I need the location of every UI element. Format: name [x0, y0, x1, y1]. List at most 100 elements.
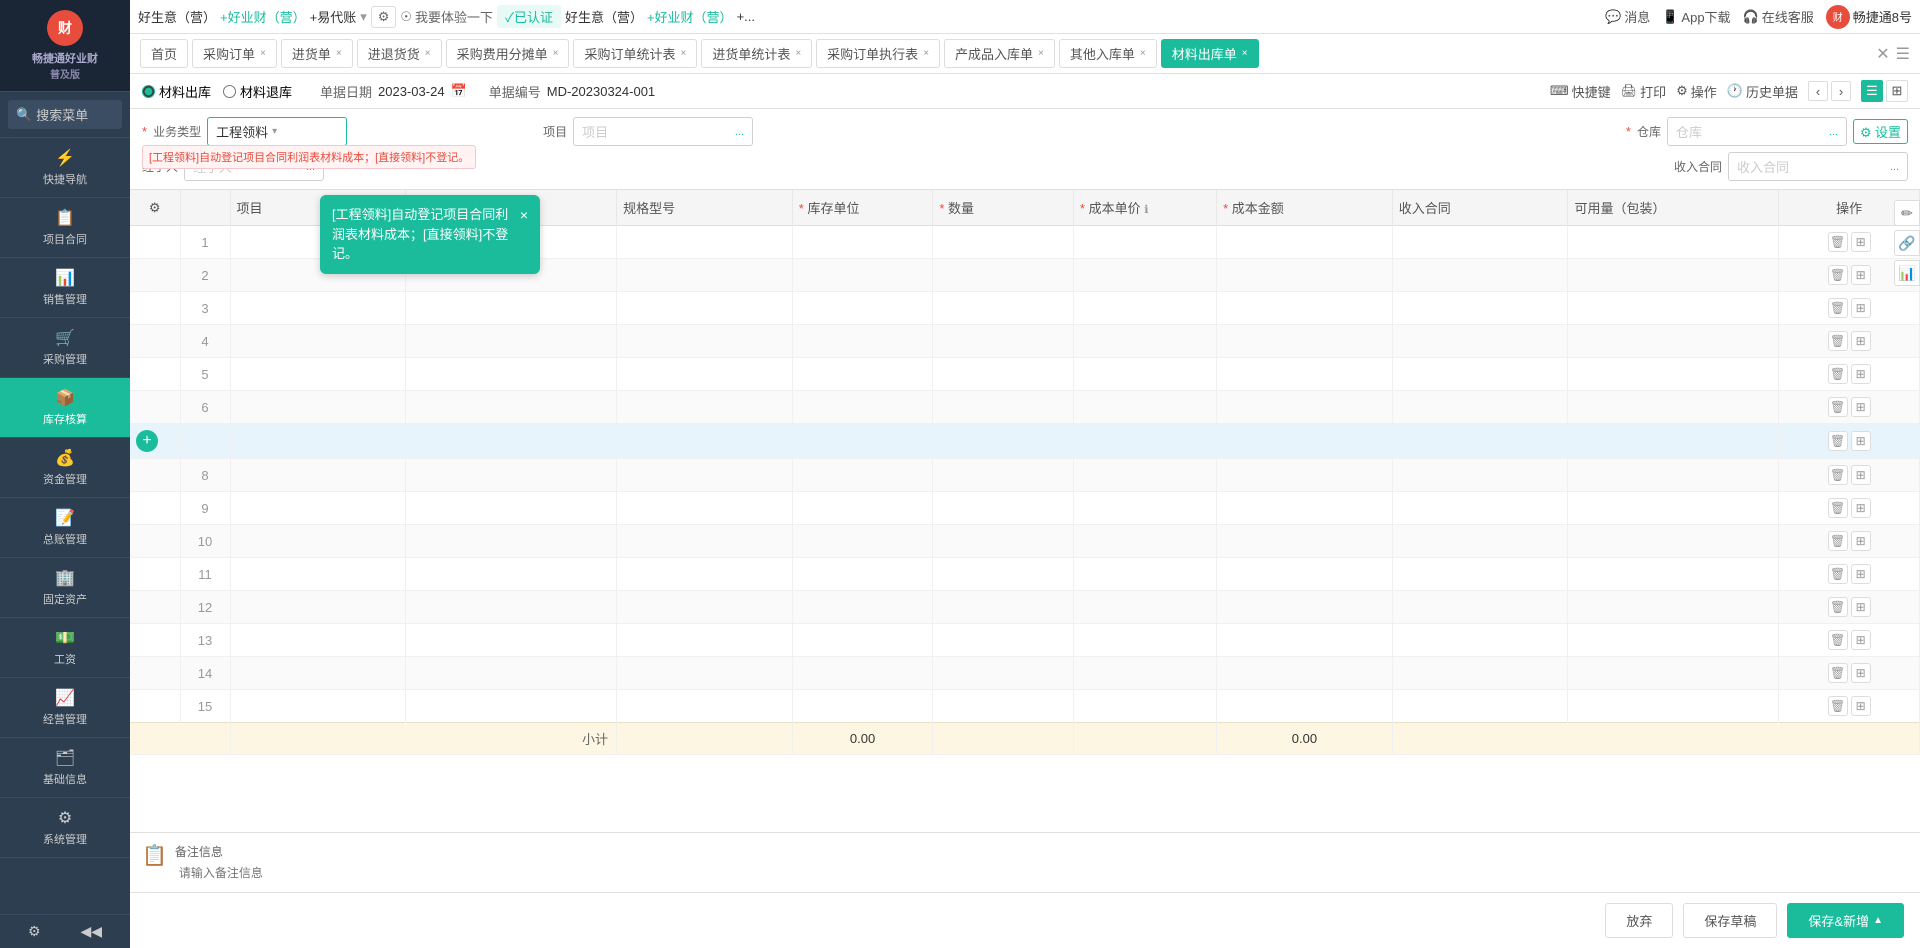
row-cost-amount-cell[interactable]	[1217, 391, 1393, 424]
row-qty-cell[interactable]	[933, 325, 1074, 358]
row-unit-cell[interactable]	[792, 259, 933, 292]
sidebar-item-sales[interactable]: 📊 销售管理	[0, 258, 130, 318]
save-new-button[interactable]: 保存&新增 ▲	[1787, 903, 1904, 938]
row-item-cell[interactable]	[230, 690, 406, 723]
row-contract-cell[interactable]	[1392, 690, 1568, 723]
row-available-cell[interactable]	[1568, 492, 1779, 525]
row-spec-cell[interactable]	[617, 292, 793, 325]
delete-row-button[interactable]: 🗑	[1828, 265, 1848, 285]
row-available-cell[interactable]	[1568, 358, 1779, 391]
row-item-cell[interactable]	[230, 459, 406, 492]
delete-row-button[interactable]: 🗑	[1828, 431, 1848, 451]
row-cost-cell[interactable]	[1073, 558, 1216, 591]
row-item-cell[interactable]	[230, 525, 406, 558]
right-tool-link[interactable]: 🔗	[1894, 230, 1920, 256]
row-available-cell[interactable]	[1568, 226, 1779, 259]
tab-purchase-order[interactable]: 采购订单 ×	[192, 39, 277, 68]
copy-row-button[interactable]: ⊞	[1851, 597, 1871, 617]
row-contract-cell[interactable]	[1392, 292, 1568, 325]
copy-row-button[interactable]: ⊞	[1851, 498, 1871, 518]
top-nav-link-6[interactable]: +...	[737, 9, 755, 24]
tab-finished-goods-close[interactable]: ×	[1038, 48, 1044, 59]
operate-link[interactable]: ⚙ 操作	[1676, 82, 1717, 101]
row-available-cell[interactable]	[1568, 690, 1779, 723]
row-available-cell[interactable]	[1568, 525, 1779, 558]
table-area[interactable]: ⚙ 项目 * 材料 规格型号 * 库存单位 * 数量 * 成本单价 ℹ * 成本…	[130, 190, 1920, 832]
row-qty-cell[interactable]	[933, 459, 1074, 492]
row-item-cell[interactable]	[230, 292, 406, 325]
sidebar-item-shortcut[interactable]: ⚡ 快捷导航	[0, 138, 130, 198]
sidebar-item-ops[interactable]: 📈 经营管理	[0, 678, 130, 738]
calendar-icon[interactable]: 📅	[451, 83, 467, 99]
row-unit-cell[interactable]	[792, 624, 933, 657]
row-cost-cell[interactable]	[1073, 624, 1216, 657]
row-qty-cell[interactable]	[933, 624, 1074, 657]
row-cost-amount-cell[interactable]	[1217, 690, 1393, 723]
user-avatar-area[interactable]: 财 畅捷通8号	[1826, 5, 1912, 29]
tab-purchase-exec[interactable]: 采购订单执行表 ×	[816, 39, 940, 68]
row-unit-cell[interactable]	[792, 525, 933, 558]
copy-row-button[interactable]: ⊞	[1851, 232, 1871, 252]
row-available-cell[interactable]	[1568, 391, 1779, 424]
row-available-cell[interactable]	[1568, 591, 1779, 624]
save-new-dropdown-icon[interactable]: ▲	[1873, 915, 1883, 926]
next-record-button[interactable]: ›	[1831, 81, 1851, 101]
top-nav-dropdown-icon[interactable]: ▾	[360, 9, 367, 25]
th-settings[interactable]: ⚙	[130, 190, 180, 226]
copy-row-button[interactable]: ⊞	[1851, 663, 1871, 683]
delete-row-button[interactable]: 🗑	[1828, 364, 1848, 384]
row-available-cell[interactable]	[1568, 657, 1779, 690]
row-cost-amount-cell[interactable]	[1217, 558, 1393, 591]
row-material-cell[interactable]	[406, 358, 617, 391]
row-contract-cell[interactable]	[1392, 226, 1568, 259]
close-all-tabs-button[interactable]: ✕	[1876, 44, 1889, 64]
copy-row-button[interactable]: ⊞	[1851, 431, 1871, 451]
row-cost-cell[interactable]	[1073, 358, 1216, 391]
collapse-button[interactable]: ◀◀	[80, 923, 102, 940]
copy-row-button[interactable]: ⊞	[1851, 298, 1871, 318]
row-material-cell[interactable]	[406, 325, 617, 358]
sidebar-item-ledger[interactable]: 📝 总账管理	[0, 498, 130, 558]
row-contract-cell[interactable]	[1392, 624, 1568, 657]
row-item-cell[interactable]	[230, 558, 406, 591]
row-available-cell[interactable]	[1568, 624, 1779, 657]
row-cost-cell[interactable]	[1073, 259, 1216, 292]
row-cost-amount-cell[interactable]	[1217, 657, 1393, 690]
tab-other-inbound-close[interactable]: ×	[1140, 48, 1146, 59]
row-unit-cell[interactable]	[792, 391, 933, 424]
copy-row-button[interactable]: ⊞	[1851, 397, 1871, 417]
radio-material-out-input[interactable]	[142, 85, 155, 98]
row-spec-cell[interactable]	[617, 624, 793, 657]
copy-row-button[interactable]: ⊞	[1851, 531, 1871, 551]
message-link[interactable]: 💬 消息	[1605, 7, 1650, 26]
print-link[interactable]: 🖨 打印	[1621, 82, 1667, 101]
row-contract-cell[interactable]	[1392, 657, 1568, 690]
copy-row-button[interactable]: ⊞	[1851, 630, 1871, 650]
copy-row-button[interactable]: ⊞	[1851, 265, 1871, 285]
tab-home[interactable]: 首页	[140, 39, 188, 68]
row-unit-cell[interactable]	[792, 459, 933, 492]
row-item-cell[interactable]	[230, 492, 406, 525]
row-spec-cell[interactable]	[617, 558, 793, 591]
sidebar-item-purchase[interactable]: 🛒 采购管理	[0, 318, 130, 378]
delete-row-button[interactable]: 🗑	[1828, 663, 1848, 683]
row-unit-cell[interactable]	[792, 358, 933, 391]
certified-badge[interactable]: ✓已认证	[497, 5, 561, 28]
tab-menu-button[interactable]: ☰	[1896, 44, 1910, 64]
copy-row-button[interactable]: ⊞	[1851, 364, 1871, 384]
row-cost-cell[interactable]	[1073, 525, 1216, 558]
row-cost-cell[interactable]	[1073, 492, 1216, 525]
project-input[interactable]: 项目 ...	[573, 117, 753, 146]
radio-material-return-input[interactable]	[223, 85, 236, 98]
row-cost-cell[interactable]	[1073, 292, 1216, 325]
row-cost-amount-cell[interactable]	[1217, 624, 1393, 657]
row-qty-cell[interactable]	[933, 558, 1074, 591]
row-material-cell[interactable]	[406, 391, 617, 424]
row-cost-amount-cell[interactable]	[1217, 459, 1393, 492]
row-qty-cell[interactable]	[933, 226, 1074, 259]
radio-material-out[interactable]: 材料出库	[142, 82, 211, 101]
top-nav-link-1[interactable]: 好生意（营）	[138, 7, 216, 26]
row-spec-cell[interactable]	[617, 459, 793, 492]
row-item-cell[interactable]	[230, 591, 406, 624]
delete-row-button[interactable]: 🗑	[1828, 298, 1848, 318]
